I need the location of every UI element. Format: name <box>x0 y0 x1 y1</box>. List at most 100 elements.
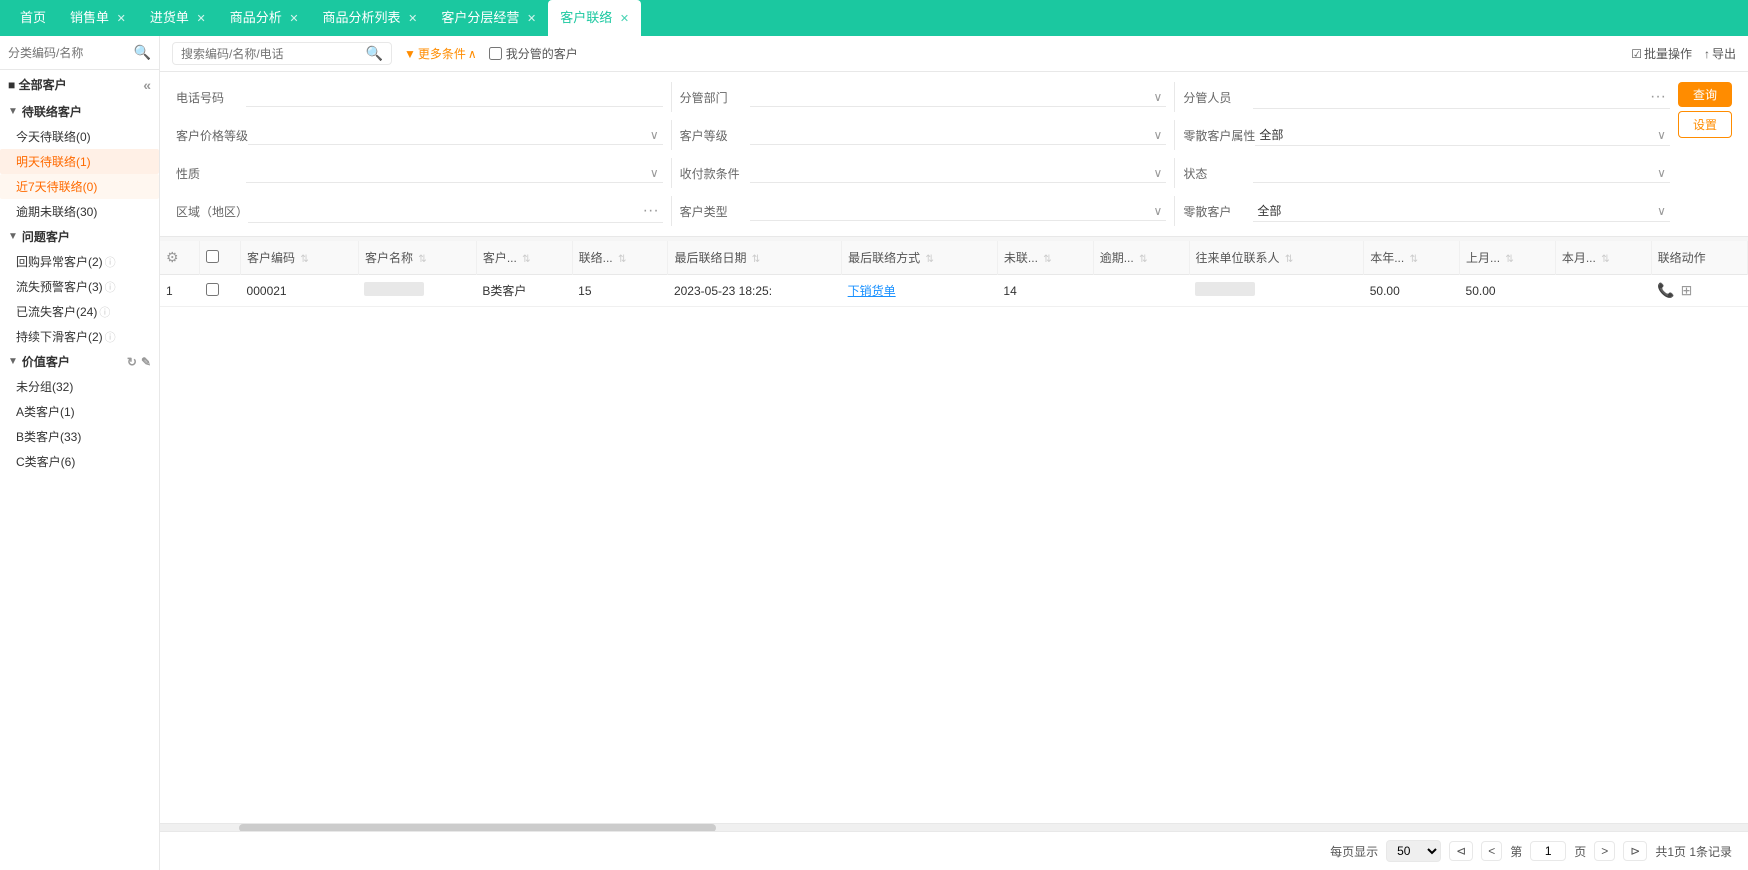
last-page-btn[interactable]: ⊳ <box>1623 841 1647 861</box>
field-payment-terms-select[interactable]: ∨ <box>750 164 1167 183</box>
field-retail-attr-select[interactable]: 全部 ∨ <box>1255 124 1670 146</box>
next-page-btn[interactable]: > <box>1594 841 1615 861</box>
nav-customer-contact-close[interactable]: ✕ <box>620 13 629 25</box>
table-header-row: ⚙ 客户编码 ⇅ 客户名称 ⇅ 客户... ⇅ 联络... ⇅ 最后联络日期 ⇅… <box>160 241 1748 275</box>
prev-page-btn[interactable]: < <box>1481 841 1502 861</box>
row-this-year: 50.00 <box>1364 275 1460 307</box>
field-retail-attr-chevron: ∨ <box>1657 128 1666 142</box>
sidebar-item-b-class[interactable]: B类客户(33) <box>0 424 159 449</box>
sidebar-item-7days[interactable]: 近7天待联络(0) <box>0 174 159 199</box>
sidebar-item-today[interactable]: 今天待联络(0) <box>0 124 159 149</box>
col-uncontacted: 未联... ⇅ <box>997 241 1093 275</box>
col-code: 客户编码 ⇅ <box>241 241 359 275</box>
sidebar-item-overdue[interactable]: 逾期未联络(30) <box>0 199 159 224</box>
field-customer-type-select[interactable]: ∨ <box>750 202 1167 221</box>
field-phone: 电话号码 <box>176 88 663 107</box>
field-payment-terms: 收付款条件 ∨ <box>680 164 1167 183</box>
col-last-month: 上月... ⇅ <box>1460 241 1556 275</box>
field-manager-select[interactable]: ··· <box>1253 86 1670 109</box>
select-all-checkbox[interactable] <box>206 250 219 263</box>
sidebar-item-a-class-label: A类客户(1) <box>16 403 75 420</box>
adv-filter-row-4: 区域（地区） ··· 客户类型 ∨ <box>176 196 1670 226</box>
sidebar-item-7days-label: 近7天待联络(0) <box>16 178 97 195</box>
table-row: 1 000021 B类客户 15 2023-05-23 18:25: 下销货单 … <box>160 275 1748 307</box>
sidebar-group-problem-label: 问题客户 <box>22 228 70 245</box>
page-label: 第 <box>1510 843 1522 860</box>
horizontal-scrollbar[interactable] <box>160 823 1748 831</box>
nav-product-analysis-close[interactable]: ✕ <box>289 13 298 25</box>
sidebar-item-c-class[interactable]: C类客户(6) <box>0 449 159 474</box>
batch-operation-btn[interactable]: ☑ 批量操作 <box>1631 45 1692 62</box>
field-dept-chevron: ∨ <box>1154 90 1163 104</box>
field-retail-customer-value: 全部 <box>1257 202 1281 219</box>
row-code: 000021 <box>241 275 359 307</box>
advanced-filter-panel: 电话号码 分管部门 ∨ 分管人员 <box>160 72 1748 237</box>
sidebar-item-tomorrow[interactable]: 明天待联络(1) <box>0 149 159 174</box>
col-code-sort: ⇅ <box>300 254 308 265</box>
field-status-select[interactable]: ∨ <box>1253 164 1670 183</box>
field-customer-grade-label: 客户等级 <box>680 127 750 144</box>
field-dept-select[interactable]: ∨ <box>750 88 1167 107</box>
nav-purchase-close[interactable]: ✕ <box>196 13 205 25</box>
sidebar-item-declining[interactable]: 持续下滑客户(2) ⓘ <box>0 324 159 349</box>
export-icon: ↑ <box>1704 47 1710 61</box>
field-region-select[interactable]: ··· <box>248 200 663 223</box>
sidebar-group-problem: ▼ 问题客户 <box>0 224 159 249</box>
current-page-input[interactable] <box>1530 841 1566 861</box>
field-customer-type-chevron: ∨ <box>1154 204 1163 218</box>
sidebar-item-ungrouped[interactable]: 未分组(32) <box>0 374 159 399</box>
sidebar-item-c-class-label: C类客户(6) <box>16 453 75 470</box>
settings-icon[interactable]: ⚙ <box>166 249 179 265</box>
filter-search-input[interactable] <box>181 47 366 61</box>
col-contact-sort: ⇅ <box>618 254 626 265</box>
sidebar-item-churn-warning[interactable]: 流失预警客户(3) ⓘ <box>0 274 159 299</box>
filter-more-chevron: ∧ <box>468 47 477 61</box>
col-uncontacted-sort: ⇅ <box>1043 254 1051 265</box>
sidebar-item-repurchase-anomaly[interactable]: 回购异常客户(2) ⓘ <box>0 249 159 274</box>
row-action-phone-icon[interactable]: 📞 <box>1657 282 1674 299</box>
nav-purchase[interactable]: 进货单 ✕ <box>138 0 218 36</box>
field-retail-customer-label: 零散客户 <box>1183 203 1253 220</box>
field-customer-grade-select[interactable]: ∨ <box>750 126 1167 145</box>
field-price-grade-select[interactable]: ∨ <box>248 126 663 145</box>
query-button[interactable]: 查询 <box>1678 82 1732 107</box>
row-method-link[interactable]: 下销货单 <box>848 284 896 298</box>
page-size-select[interactable]: 50 100 200 <box>1386 840 1441 862</box>
field-retail-customer-select[interactable]: 全部 ∨ <box>1253 200 1670 222</box>
my-customers-checkbox[interactable] <box>489 47 502 60</box>
row-overdue <box>1093 275 1189 307</box>
nav-product-list-close[interactable]: ✕ <box>408 13 417 25</box>
export-btn[interactable]: ↑ 导出 <box>1704 45 1736 62</box>
sidebar-value-refresh-icon[interactable]: ↻ <box>127 355 137 369</box>
filter-my-customers[interactable]: 我分管的客户 <box>489 45 578 62</box>
set-button[interactable]: 设置 <box>1678 111 1732 138</box>
nav-product-analysis[interactable]: 商品分析 ✕ <box>218 0 311 36</box>
sidebar-item-a-class[interactable]: A类客户(1) <box>0 399 159 424</box>
nav-customer-tier[interactable]: 客户分层经营 ✕ <box>429 0 548 36</box>
nav-home[interactable]: 首页 <box>8 0 58 36</box>
row-uncontacted: 14 <box>997 275 1093 307</box>
nav-sales[interactable]: 销售单 ✕ <box>58 0 138 36</box>
col-settings[interactable]: ⚙ <box>160 241 200 275</box>
row-select-checkbox[interactable] <box>206 283 219 296</box>
col-company-contact: 往来单位联系人 ⇅ <box>1189 241 1364 275</box>
field-phone-input[interactable] <box>246 88 663 107</box>
nav-customer-contact[interactable]: 客户联络 ✕ <box>548 0 641 36</box>
sidebar-search-bar: 🔍 <box>0 36 159 70</box>
sidebar-search-input[interactable] <box>8 46 134 60</box>
sidebar-group-problem-triangle: ▼ <box>8 231 18 242</box>
filter-search-icon[interactable]: 🔍 <box>366 45 383 62</box>
sidebar-search-icon[interactable]: 🔍 <box>134 44 151 61</box>
sidebar-item-churned[interactable]: 已流失客户(24) ⓘ <box>0 299 159 324</box>
first-page-btn[interactable]: ⊲ <box>1449 841 1473 861</box>
field-nature-select[interactable]: ∨ <box>246 164 663 183</box>
nav-product-analysis-list[interactable]: 商品分析列表 ✕ <box>311 0 430 36</box>
field-retail-attr-label: 零散客户属性 <box>1183 127 1255 144</box>
sidebar-collapse-icon[interactable]: « <box>143 77 151 93</box>
filter-more-btn[interactable]: ▼ 更多条件 ∧ <box>404 45 477 62</box>
row-action-grid-icon[interactable]: ⊞ <box>1681 282 1693 299</box>
nav-customer-tier-close[interactable]: ✕ <box>527 13 536 25</box>
sidebar-all-customers[interactable]: ■ 全部客户 « <box>0 70 159 99</box>
nav-sales-close[interactable]: ✕ <box>117 13 126 25</box>
sidebar-value-edit-icon[interactable]: ✎ <box>141 355 151 369</box>
